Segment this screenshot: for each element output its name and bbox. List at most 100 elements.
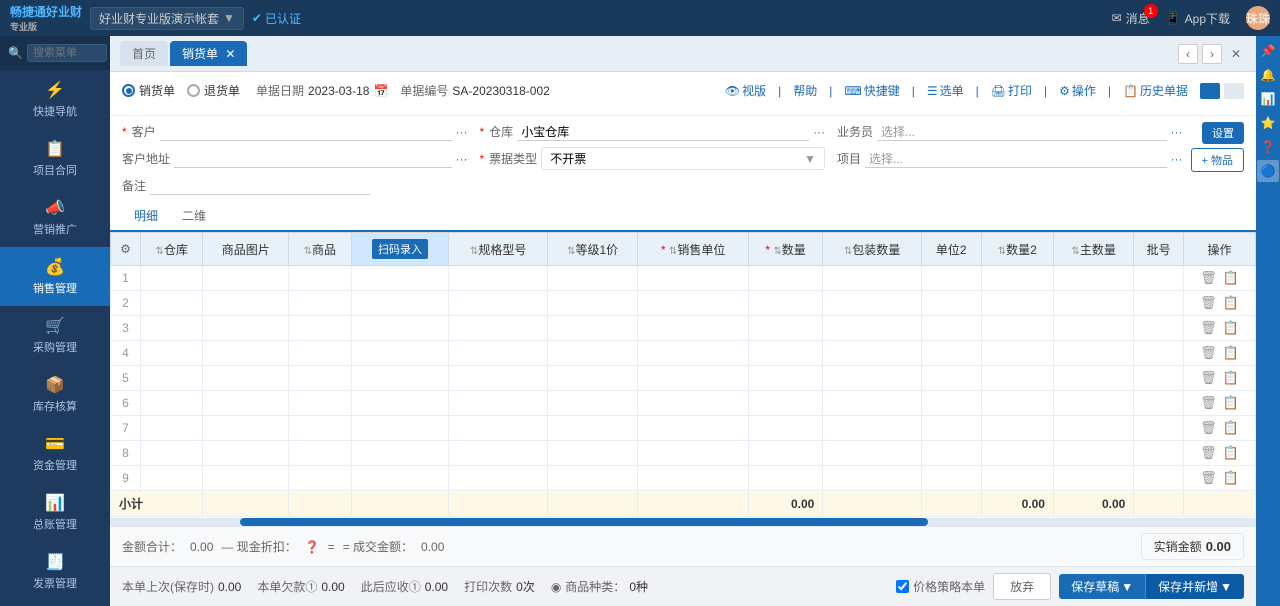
row-qty2[interactable] xyxy=(981,316,1053,341)
row-product-image[interactable] xyxy=(203,291,289,316)
row-quantity[interactable] xyxy=(748,391,822,416)
sidebar-item-invoice[interactable]: 🧾 发票管理 xyxy=(0,542,110,601)
list-view-button[interactable] xyxy=(1224,83,1244,99)
tab-mingxi[interactable]: 明细 xyxy=(122,201,170,232)
row-price1[interactable] xyxy=(547,291,637,316)
row-product[interactable] xyxy=(289,416,351,441)
row-main-qty[interactable] xyxy=(1053,441,1133,466)
row-spec[interactable] xyxy=(449,341,547,366)
select-button[interactable]: ☰ 选单 xyxy=(923,80,968,101)
radio-return-order[interactable]: 退货单 xyxy=(187,82,240,99)
row-price1[interactable] xyxy=(547,366,637,391)
abandon-button[interactable]: 放弃 xyxy=(993,573,1051,600)
row-warehouse[interactable] xyxy=(141,266,203,291)
row-product-image[interactable] xyxy=(203,391,289,416)
copy-row-icon[interactable]: 📋 xyxy=(1223,270,1239,286)
price-policy-checkbox[interactable]: 价格策略本单 xyxy=(896,578,985,595)
row-product-image[interactable] xyxy=(203,316,289,341)
row-product-image[interactable] xyxy=(203,416,289,441)
row-sales-unit[interactable] xyxy=(638,316,749,341)
row-main-qty[interactable] xyxy=(1053,391,1133,416)
copy-row-icon[interactable]: 📋 xyxy=(1223,345,1239,361)
calendar-icon[interactable]: 📅 xyxy=(373,84,388,98)
row-main-qty[interactable] xyxy=(1053,341,1133,366)
sidebar-item-tax[interactable]: 🏛 税务管理 xyxy=(0,601,110,606)
row-pack-qty[interactable] xyxy=(823,291,921,316)
row-product[interactable] xyxy=(289,366,351,391)
tab-sales-order[interactable]: 销货单 ✕ xyxy=(170,41,247,66)
sidebar-item-inventory[interactable]: 📦 库存核算 xyxy=(0,365,110,424)
delete-row-icon[interactable]: 🗑 xyxy=(1200,270,1217,286)
customer-dots-button[interactable]: ··· xyxy=(456,125,468,139)
row-qty2[interactable] xyxy=(981,341,1053,366)
row-batch[interactable] xyxy=(1134,266,1184,291)
col-sort-icon[interactable]: ⇅ xyxy=(155,246,163,257)
row-batch[interactable] xyxy=(1134,341,1184,366)
sidebar-item-marketing[interactable]: 📣 营销推广 xyxy=(0,188,110,247)
row-spec[interactable] xyxy=(449,466,547,491)
address-dots-button[interactable]: ··· xyxy=(456,152,468,166)
row-qty2[interactable] xyxy=(981,291,1053,316)
row-qty2[interactable] xyxy=(981,416,1053,441)
row-pack-qty[interactable] xyxy=(823,416,921,441)
row-sales-unit[interactable] xyxy=(638,366,749,391)
row-batch[interactable] xyxy=(1134,291,1184,316)
delete-row-icon[interactable]: 🗑 xyxy=(1200,395,1217,411)
row-sales-unit[interactable] xyxy=(638,291,749,316)
row-product[interactable] xyxy=(289,391,351,416)
warehouse-dots-button[interactable]: ··· xyxy=(813,125,825,139)
sidebar-item-quick-nav[interactable]: ⚡ 快捷导航 xyxy=(0,70,110,129)
row-warehouse[interactable] xyxy=(141,441,203,466)
row-scan[interactable] xyxy=(351,316,449,341)
row-spec[interactable] xyxy=(449,366,547,391)
delete-row-icon[interactable]: 🗑 xyxy=(1200,370,1217,386)
row-quantity[interactable] xyxy=(748,291,822,316)
row-warehouse[interactable] xyxy=(141,416,203,441)
sidebar-item-purchase[interactable]: 🛒 采购管理 xyxy=(0,306,110,365)
row-scan[interactable] xyxy=(351,266,449,291)
row-qty2[interactable] xyxy=(981,441,1053,466)
row-product-image[interactable] xyxy=(203,366,289,391)
row-unit2[interactable] xyxy=(921,466,981,491)
row-batch[interactable] xyxy=(1134,416,1184,441)
row-product[interactable] xyxy=(289,266,351,291)
grid-view-button[interactable] xyxy=(1200,83,1220,99)
row-quantity[interactable] xyxy=(748,416,822,441)
row-pack-qty[interactable] xyxy=(823,466,921,491)
row-quantity[interactable] xyxy=(748,266,822,291)
project-dots-button[interactable]: ··· xyxy=(1171,152,1183,166)
remark-input[interactable] xyxy=(150,176,370,195)
row-quantity[interactable] xyxy=(748,366,822,391)
col-sort-icon[interactable]: ⇅ xyxy=(844,246,852,257)
row-spec[interactable] xyxy=(449,291,547,316)
row-product[interactable] xyxy=(289,441,351,466)
add-goods-button[interactable]: + 物品 xyxy=(1191,148,1244,172)
row-sales-unit[interactable] xyxy=(638,416,749,441)
row-spec[interactable] xyxy=(449,316,547,341)
row-unit2[interactable] xyxy=(921,266,981,291)
view-button[interactable]: 👁 视版 xyxy=(721,80,770,101)
copy-row-icon[interactable]: 📋 xyxy=(1223,295,1239,311)
row-qty2[interactable] xyxy=(981,266,1053,291)
row-scan[interactable] xyxy=(351,441,449,466)
col-settings-icon[interactable]: ⚙ xyxy=(120,242,131,256)
copy-row-icon[interactable]: 📋 xyxy=(1223,445,1239,461)
sidebar-item-sales[interactable]: 💰 销售管理 xyxy=(0,247,110,306)
row-warehouse[interactable] xyxy=(141,466,203,491)
row-qty2[interactable] xyxy=(981,366,1053,391)
delete-row-icon[interactable]: 🗑 xyxy=(1200,445,1217,461)
copy-row-icon[interactable]: 📋 xyxy=(1223,320,1239,336)
nav-prev-button[interactable]: ‹ xyxy=(1178,44,1198,64)
radio-sales-order[interactable]: 销货单 xyxy=(122,82,175,99)
row-warehouse[interactable] xyxy=(141,291,203,316)
address-input[interactable] xyxy=(174,149,451,168)
row-pack-qty[interactable] xyxy=(823,316,921,341)
row-unit2[interactable] xyxy=(921,341,981,366)
row-sales-unit[interactable] xyxy=(638,466,749,491)
delete-row-icon[interactable]: 🗑 xyxy=(1200,320,1217,336)
row-qty2[interactable] xyxy=(981,391,1053,416)
row-pack-qty[interactable] xyxy=(823,441,921,466)
row-spec[interactable] xyxy=(449,266,547,291)
question-icon[interactable]: ❓ xyxy=(305,540,320,554)
row-quantity[interactable] xyxy=(748,341,822,366)
